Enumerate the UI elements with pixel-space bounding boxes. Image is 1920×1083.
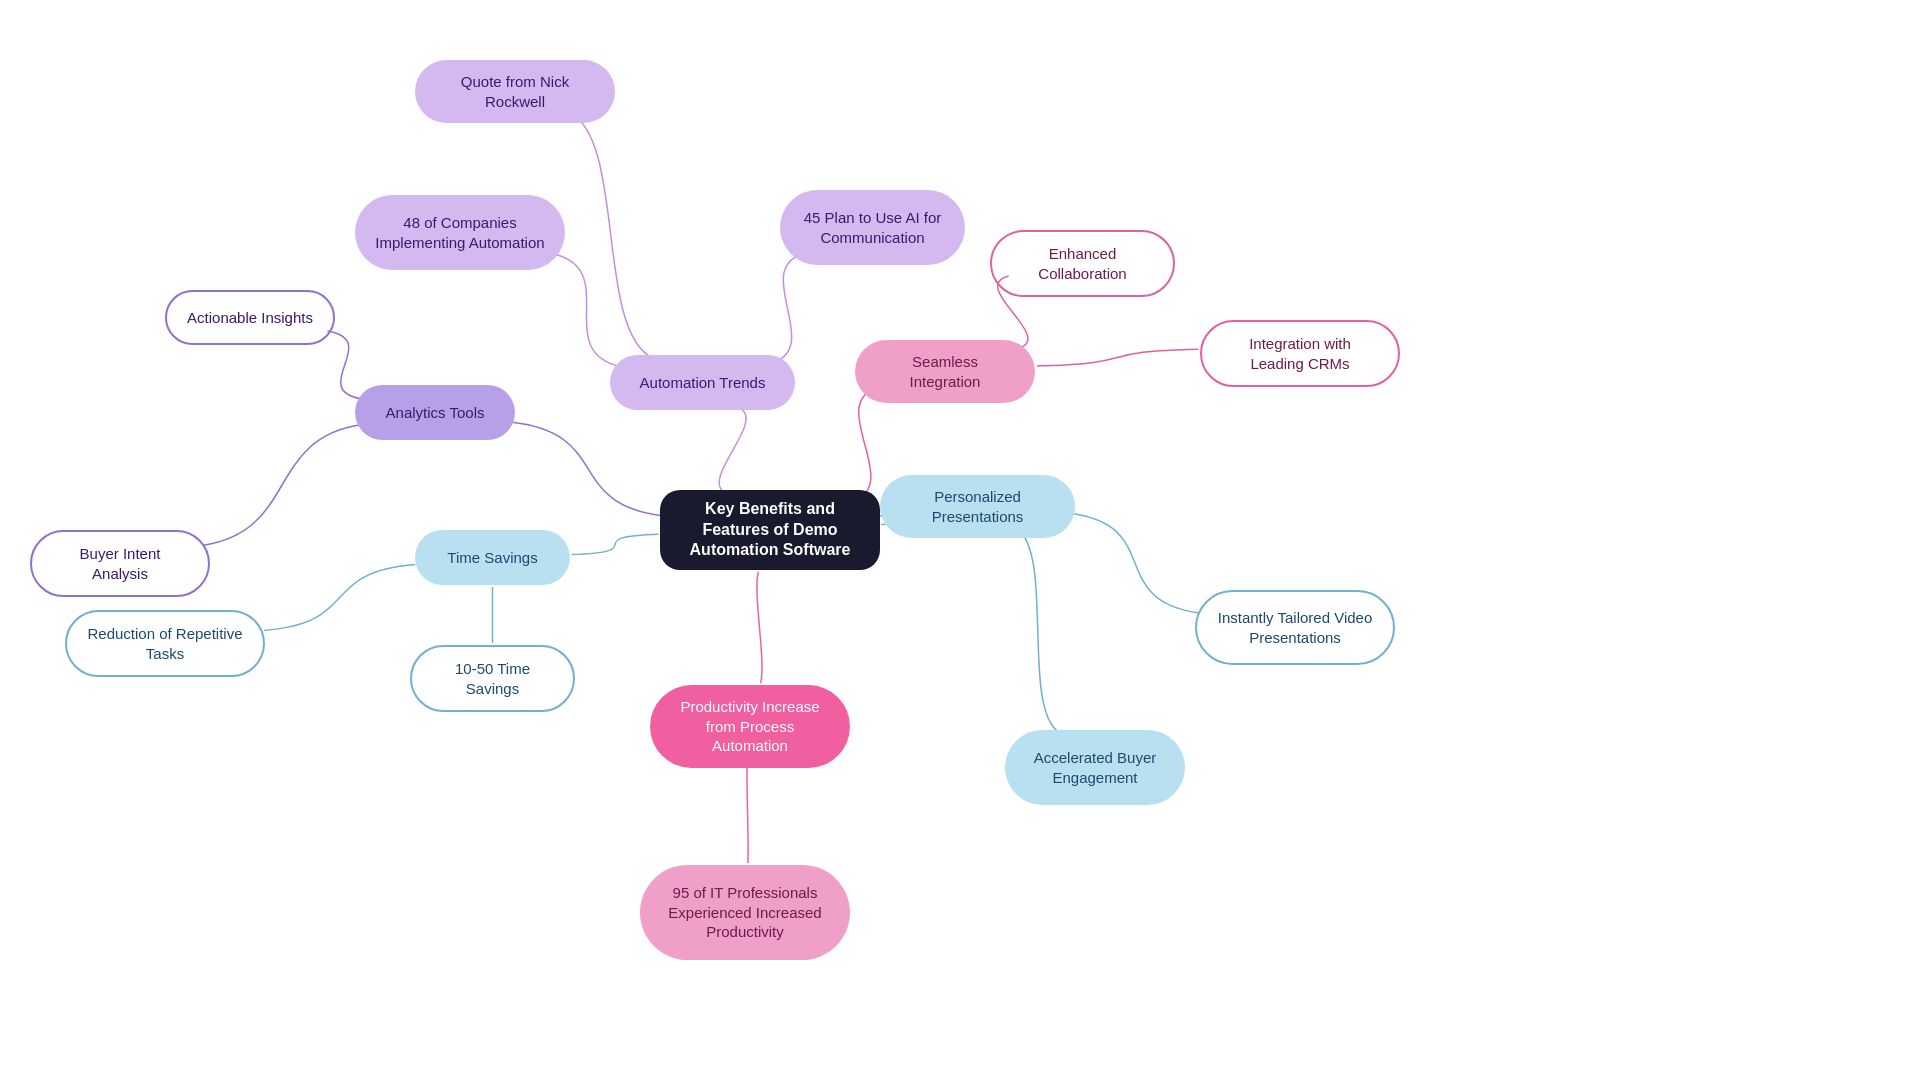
node-time_savings_10_50[interactable]: 10-50 Time Savings — [410, 645, 575, 712]
node-it_professionals_95[interactable]: 95 of IT Professionals Experienced Incre… — [640, 865, 850, 960]
node-time_savings[interactable]: Time Savings — [415, 530, 570, 585]
connection-automation_trends-quote_nick — [570, 112, 652, 357]
connection-productivity_increase-it_professionals_95 — [747, 762, 748, 863]
connection-seamless_integration-integration_crm — [1037, 349, 1198, 366]
node-seamless_integration[interactable]: Seamless Integration — [855, 340, 1035, 403]
connection-automation_trends-companies_48 — [551, 253, 622, 367]
node-automation_trends[interactable]: Automation Trends — [610, 355, 795, 410]
connection-analytics_tools-buyer_intent — [204, 425, 361, 545]
connection-personalized_presentations-instantly_tailored — [1070, 513, 1200, 613]
connection-time_savings-reduction_repetitive — [264, 565, 415, 631]
node-analytics_tools[interactable]: Analytics Tools — [355, 385, 515, 440]
connection-personalized_presentations-accelerated_buyer — [1018, 529, 1058, 731]
connection-analytics_tools-actionable_insights — [327, 331, 362, 399]
connection-center-analytics_tools — [512, 422, 664, 516]
connection-center-seamless_integration — [852, 388, 878, 502]
node-ai_45[interactable]: 45 Plan to Use AI for Communication — [780, 190, 965, 265]
mindmap-container: Key Benefits and Features of Demo Automa… — [0, 0, 1920, 1083]
node-accelerated_buyer[interactable]: Accelerated Buyer Engagement — [1005, 730, 1185, 805]
connection-center-productivity_increase — [757, 572, 762, 683]
connection-center-time_savings — [572, 534, 659, 554]
node-productivity_increase[interactable]: Productivity Increase from Process Autom… — [650, 685, 850, 768]
node-personalized_presentations[interactable]: Personalized Presentations — [880, 475, 1075, 538]
node-integration_crm[interactable]: Integration with Leading CRMs — [1200, 320, 1400, 387]
node-quote_nick[interactable]: Quote from Nick Rockwell — [415, 60, 615, 123]
connection-automation_trends-ai_45 — [772, 254, 802, 363]
node-actionable_insights[interactable]: Actionable Insights — [165, 290, 335, 345]
node-center[interactable]: Key Benefits and Features of Demo Automa… — [660, 490, 880, 570]
connections-svg — [0, 0, 1920, 1083]
connection-center-automation_trends — [719, 409, 746, 491]
node-reduction_repetitive[interactable]: Reduction of Repetitive Tasks — [65, 610, 265, 677]
node-enhanced_collaboration[interactable]: Enhanced Collaboration — [990, 230, 1175, 297]
node-instantly_tailored[interactable]: Instantly Tailored Video Presentations — [1195, 590, 1395, 665]
node-companies_48[interactable]: 48 of Companies Implementing Automation — [355, 195, 565, 270]
node-buyer_intent[interactable]: Buyer Intent Analysis — [30, 530, 210, 597]
